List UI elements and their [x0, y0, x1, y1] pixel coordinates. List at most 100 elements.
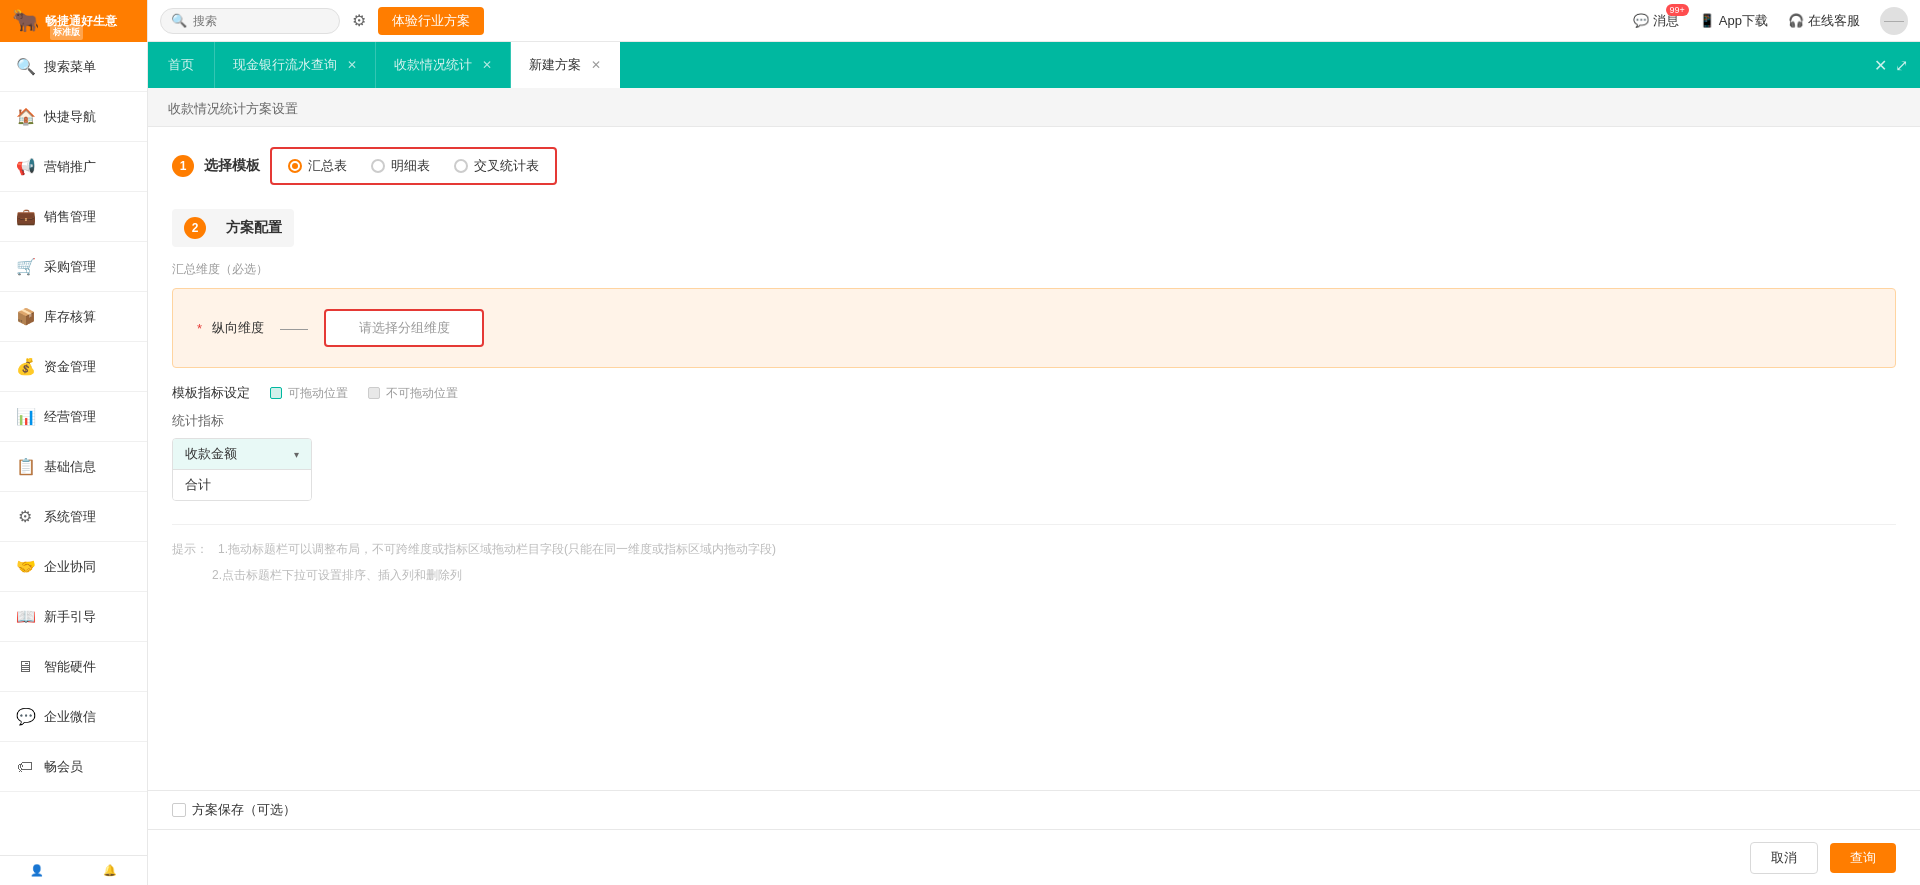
sidebar-item-smart-hardware[interactable]: 🖥 智能硬件 [0, 642, 147, 692]
sidebar-item-label: 基础信息 [44, 458, 96, 476]
wechat-icon: 💬 [16, 707, 34, 726]
avatar-text: —— [1884, 15, 1904, 26]
tab-payment-stats-close[interactable]: ✕ [482, 58, 492, 72]
tab-new-plan[interactable]: 新建方案 ✕ [511, 42, 620, 88]
sidebar-item-label: 资金管理 [44, 358, 96, 376]
sidebar-item-quick-nav[interactable]: 🏠 快捷导航 [0, 92, 147, 142]
service-icon: 🎧 [1788, 13, 1804, 28]
system-icon: ⚙ [16, 507, 34, 526]
cancel-button[interactable]: 取消 [1750, 842, 1818, 874]
sidebar: 🐂 畅捷通好生意 标准版 🔍 搜索菜单 🏠 快捷导航 📢 营销推广 💼 销售管理… [0, 0, 148, 885]
dimension-label: 汇总维度（必选） [172, 261, 1896, 278]
breadcrumb-text: 收款情况统计方案设置 [168, 101, 298, 116]
sidebar-item-label: 畅会员 [44, 758, 83, 776]
legend-dot-draggable [270, 387, 282, 399]
dimension-section: 汇总维度（必选） * 纵向维度 —— 请选择分组维度 [172, 261, 1896, 368]
save-checkbox[interactable]: 方案保存（可选） [172, 801, 296, 819]
message-button[interactable]: 💬 消息 99+ [1633, 12, 1679, 30]
sidebar-item-label: 库存核算 [44, 308, 96, 326]
dim-select-placeholder: 请选择分组维度 [359, 319, 450, 337]
search-icon: 🔍 [16, 57, 34, 76]
user-avatar[interactable]: —— [1880, 7, 1908, 35]
tip-text: 提示： 1.拖动标题栏可以调整布局，不可跨维度或指标区域拖动栏目字段(只能在同一… [172, 539, 1896, 586]
metrics-table: 收款金额 ▾ 合计 [172, 438, 312, 501]
sidebar-bottom-icon-right: 🔔 [103, 864, 117, 877]
search-icon: 🔍 [171, 13, 187, 28]
trial-button[interactable]: 体验行业方案 [378, 7, 484, 35]
radio-summary-table[interactable]: 汇总表 [288, 157, 347, 175]
sidebar-item-management[interactable]: 📊 经营管理 [0, 392, 147, 442]
sidebar-item-beginner[interactable]: 📖 新手引导 [0, 592, 147, 642]
sidebar-item-label: 智能硬件 [44, 658, 96, 676]
save-checkbox-box[interactable] [172, 803, 186, 817]
edition-badge: 标准版 [50, 25, 83, 40]
query-button[interactable]: 查询 [1830, 843, 1896, 873]
tab-maximize-icon[interactable]: ⤢ [1895, 56, 1908, 75]
sidebar-item-label: 营销推广 [44, 158, 96, 176]
metrics-dropdown-arrow[interactable]: ▾ [294, 449, 299, 460]
inventory-icon: 📦 [16, 307, 34, 326]
metrics-table-row: 合计 [173, 470, 311, 500]
metrics-section-title: 模板指标设定 [172, 384, 250, 402]
sidebar-item-enterprise-wechat[interactable]: 💬 企业微信 [0, 692, 147, 742]
tab-new-plan-label: 新建方案 [529, 56, 581, 74]
sidebar-item-member[interactable]: 🏷 畅会员 [0, 742, 147, 792]
app-download-button[interactable]: 📱 App下载 [1699, 12, 1768, 30]
tip-1-text: 1.拖动标题栏可以调整布局，不可跨维度或指标区域拖动栏目字段(只能在同一维度或指… [218, 542, 776, 556]
tab-close-window-icon[interactable]: ✕ [1874, 56, 1887, 75]
sidebar-item-enterprise-collab[interactable]: 🤝 企业协同 [0, 542, 147, 592]
radio-summary-circle [288, 159, 302, 173]
step1-badge: 1 [172, 155, 194, 177]
tab-cash-bank-close[interactable]: ✕ [347, 58, 357, 72]
sidebar-item-purchase[interactable]: 🛒 采购管理 [0, 242, 147, 292]
sidebar-item-search[interactable]: 🔍 搜索菜单 [0, 42, 147, 92]
hardware-icon: 🖥 [16, 658, 34, 676]
legend-draggable: 可拖动位置 [270, 385, 348, 402]
tip-section: 提示： 1.拖动标题栏可以调整布局，不可跨维度或指标区域拖动栏目字段(只能在同一… [172, 524, 1896, 586]
tab-payment-stats-label: 收款情况统计 [394, 56, 472, 74]
main-area: 🔍 ⚙ 体验行业方案 💬 消息 99+ 📱 App下载 🎧 在线客服 —— [148, 0, 1920, 885]
sidebar-bottom-btn-left[interactable]: 👤 [30, 864, 44, 877]
beginner-icon: 📖 [16, 607, 34, 626]
metrics-header: 模板指标设定 可拖动位置 不可拖动位置 [172, 384, 1896, 402]
tabbar: 首页 现金银行流水查询 ✕ 收款情况统计 ✕ 新建方案 ✕ ✕ ⤢ [148, 42, 1920, 88]
metrics-section: 模板指标设定 可拖动位置 不可拖动位置 统计指标 [172, 384, 1896, 504]
radio-cross-table[interactable]: 交叉统计表 [454, 157, 539, 175]
sidebar-item-label: 快捷导航 [44, 108, 96, 126]
dim-select[interactable]: 请选择分组维度 [324, 309, 484, 347]
online-service-button[interactable]: 🎧 在线客服 [1788, 12, 1860, 30]
sidebar-bottom-btn-right[interactable]: 🔔 [103, 864, 117, 877]
radio-detail-table[interactable]: 明细表 [371, 157, 430, 175]
required-star: * [197, 321, 202, 336]
legend-draggable-label: 可拖动位置 [288, 385, 348, 402]
tab-payment-stats[interactable]: 收款情况统计 ✕ [376, 42, 511, 88]
search-bar[interactable]: 🔍 [160, 8, 340, 34]
sidebar-item-finance[interactable]: 💰 资金管理 [0, 342, 147, 392]
sidebar-item-marketing[interactable]: 📢 营销推广 [0, 142, 147, 192]
legend-dot-non-draggable [368, 387, 380, 399]
step2-title: 方案配置 [226, 219, 282, 237]
tab-home[interactable]: 首页 [148, 42, 215, 88]
search-input[interactable] [193, 14, 323, 28]
download-label: App下载 [1719, 12, 1768, 30]
sidebar-item-basic-info[interactable]: 📋 基础信息 [0, 442, 147, 492]
service-label: 在线客服 [1808, 12, 1860, 30]
sidebar-item-inventory[interactable]: 📦 库存核算 [0, 292, 147, 342]
metrics-row-value: 合计 [185, 477, 211, 492]
legend-non-draggable: 不可拖动位置 [368, 385, 458, 402]
footer-buttons: 取消 查询 [148, 829, 1920, 885]
tab-cash-bank[interactable]: 现金银行流水查询 ✕ [215, 42, 376, 88]
gear-icon[interactable]: ⚙ [352, 11, 366, 30]
sidebar-item-sales[interactable]: 💼 销售管理 [0, 192, 147, 242]
tip-item-2: 2.点击标题栏下拉可设置排序、插入列和删除列 [172, 565, 1896, 587]
metrics-column-header: 收款金额 [185, 445, 237, 463]
tab-new-plan-close[interactable]: ✕ [591, 58, 601, 72]
topbar: 🔍 ⚙ 体验行业方案 💬 消息 99+ 📱 App下载 🎧 在线客服 —— [148, 0, 1920, 42]
tab-cash-bank-label: 现金银行流水查询 [233, 56, 337, 74]
download-icon: 📱 [1699, 13, 1715, 28]
tip-item-1: 提示： 1.拖动标题栏可以调整布局，不可跨维度或指标区域拖动栏目字段(只能在同一… [172, 539, 1896, 561]
sidebar-item-label: 系统管理 [44, 508, 96, 526]
sidebar-item-system[interactable]: ⚙ 系统管理 [0, 492, 147, 542]
sidebar-item-label: 销售管理 [44, 208, 96, 226]
radio-detail-label: 明细表 [391, 157, 430, 175]
